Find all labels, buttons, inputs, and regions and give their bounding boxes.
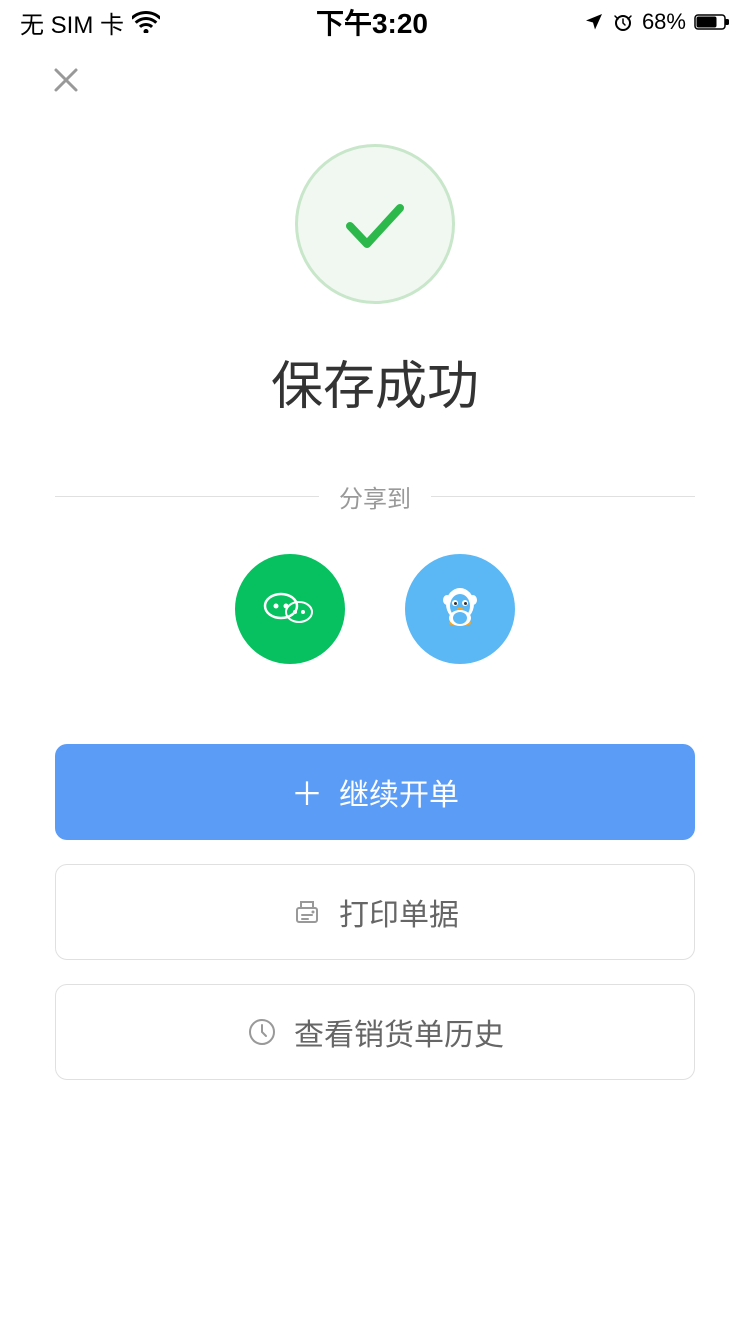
status-left: 无 SIM 卡	[20, 5, 160, 40]
print-button[interactable]: 打印单据	[55, 864, 695, 960]
share-label: 分享到	[339, 479, 411, 514]
continue-icon: ＋	[291, 769, 323, 815]
status-bar: 无 SIM 卡 下午3:20 68%	[0, 0, 750, 44]
print-icon	[291, 896, 323, 928]
history-button[interactable]: 查看销货单历史	[55, 984, 695, 1080]
divider-left	[55, 496, 319, 497]
sim-text: 无 SIM 卡	[20, 5, 124, 40]
checkmark-icon	[335, 184, 415, 264]
wechat-share-button[interactable]	[235, 554, 345, 664]
qq-icon	[429, 578, 491, 640]
location-icon	[584, 12, 604, 32]
status-time: 下午3:20	[316, 2, 428, 42]
share-section: 分享到	[55, 479, 695, 514]
qq-share-button[interactable]	[405, 554, 515, 664]
action-buttons: ＋ 继续开单 打印单据 查看销货单历史	[55, 744, 695, 1080]
share-icons-row	[235, 554, 515, 664]
status-right: 68%	[584, 9, 730, 35]
success-icon-circle	[295, 144, 455, 304]
continue-label: 继续开单	[339, 770, 459, 814]
battery-percent: 68%	[642, 9, 686, 35]
wechat-icon	[259, 578, 321, 640]
wifi-icon	[132, 11, 160, 33]
main-content: 保存成功 分享到	[0, 44, 750, 1080]
alarm-icon	[612, 11, 634, 33]
close-button[interactable]	[44, 58, 88, 102]
continue-button[interactable]: ＋ 继续开单	[55, 744, 695, 840]
history-label: 查看销货单历史	[294, 1010, 504, 1054]
history-icon	[246, 1016, 278, 1048]
print-label: 打印单据	[339, 890, 459, 934]
battery-icon	[694, 13, 730, 31]
success-title: 保存成功	[271, 344, 479, 419]
divider-right	[431, 496, 695, 497]
